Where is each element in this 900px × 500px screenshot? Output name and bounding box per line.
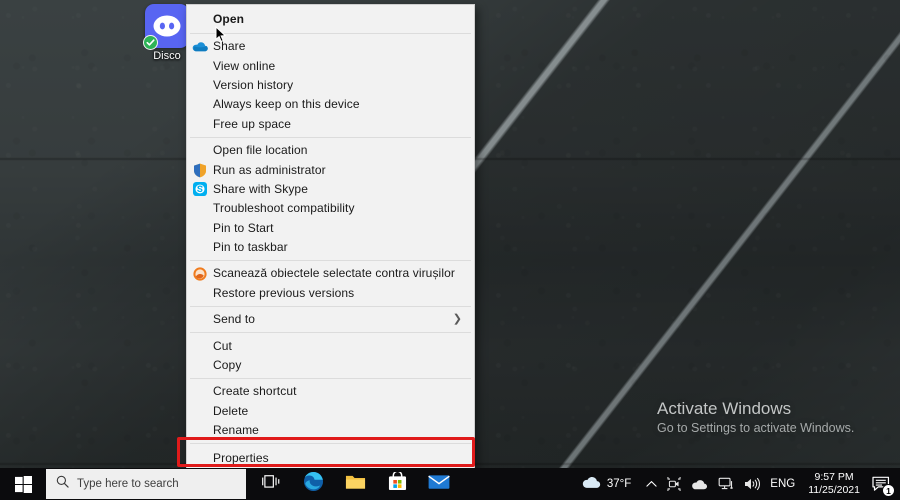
menu-item-troubleshoot-compatibility[interactable]: Troubleshoot compatibility xyxy=(187,199,474,218)
tray-icon-camera-privacy[interactable] xyxy=(662,468,686,500)
menu-item-label: Pin to Start xyxy=(213,220,274,235)
taskbar-button-microsoft-store[interactable] xyxy=(376,468,418,500)
cloud-icon xyxy=(582,476,601,492)
network-icon xyxy=(718,477,734,490)
menu-item-scan-with-antivirus[interactable]: Scanează obiectele selectate contra viru… xyxy=(187,264,474,283)
menu-item-label: Run as administrator xyxy=(213,162,326,177)
menu-separator xyxy=(190,443,471,445)
taskbar-button-file-explorer[interactable] xyxy=(334,468,376,500)
menu-item-share-with-skype[interactable]: Share with Skype xyxy=(187,180,474,199)
chevron-right-icon: ❯ xyxy=(452,313,462,326)
system-tray: 37°F ENG 9:57 PM 11/25/2021 1 xyxy=(574,468,900,500)
menu-item-label: Scanează obiectele selectate contra viru… xyxy=(213,266,455,281)
microsoft-edge-icon xyxy=(303,471,324,497)
menu-separator xyxy=(190,378,471,380)
menu-item-run-as-administrator[interactable]: Run as administrator xyxy=(187,160,474,179)
tray-icon-network[interactable] xyxy=(713,468,739,500)
taskbar-clock[interactable]: 9:57 PM 11/25/2021 xyxy=(800,468,868,500)
notification-count-badge: 1 xyxy=(882,484,895,497)
menu-item-label: Create shortcut xyxy=(213,384,297,399)
menu-item-label: Pin to taskbar xyxy=(213,240,288,255)
menu-item-free-up-space[interactable]: Free up space xyxy=(187,115,474,134)
search-icon xyxy=(56,475,69,493)
menu-item-properties[interactable]: Properties xyxy=(187,447,474,469)
menu-item-label: Troubleshoot compatibility xyxy=(213,201,355,216)
menu-item-view-online[interactable]: View online xyxy=(187,56,474,75)
menu-item-label: Rename xyxy=(213,423,259,438)
taskbar-button-mail[interactable] xyxy=(418,468,460,500)
mail-icon xyxy=(428,474,450,495)
menu-item-label: Send to xyxy=(213,312,256,327)
tray-weather-widget[interactable]: 37°F xyxy=(574,468,641,500)
taskbar: Type here to search 37°F ENG 9:57 PM 11/… xyxy=(0,468,900,500)
onedrive-sync-checkmark-icon xyxy=(143,35,158,50)
menu-item-restore-previous-versions[interactable]: Restore previous versions xyxy=(187,284,474,303)
file-explorer-icon xyxy=(345,473,366,496)
menu-item-label: Delete xyxy=(213,403,249,418)
menu-item-label: Version history xyxy=(213,77,294,92)
tray-icon-volume[interactable] xyxy=(739,468,765,500)
menu-item-delete[interactable]: Delete xyxy=(187,402,474,421)
menu-item-copy[interactable]: Copy xyxy=(187,356,474,375)
menu-item-share[interactable]: Share xyxy=(187,37,474,56)
file-context-menu[interactable]: Open Share View online Version history A… xyxy=(186,4,475,473)
menu-item-label: Properties xyxy=(213,451,269,466)
taskbar-button-task-view[interactable] xyxy=(250,468,292,500)
menu-item-label: Always keep on this device xyxy=(213,97,360,112)
windows-desktop-screen: Disco Activate Windows Go to Settings to… xyxy=(0,0,900,500)
tray-temperature: 37°F xyxy=(606,478,632,490)
start-button[interactable] xyxy=(0,468,46,500)
menu-item-open-file-location[interactable]: Open file location xyxy=(187,141,474,160)
task-view-icon xyxy=(262,474,280,494)
search-input[interactable]: Type here to search xyxy=(46,469,246,499)
skype-icon xyxy=(187,182,213,197)
menu-item-label: Open file location xyxy=(213,143,308,158)
menu-item-label: Copy xyxy=(213,358,242,373)
windows-logo-icon xyxy=(14,475,32,493)
microsoft-store-icon xyxy=(388,470,407,496)
menu-item-label: View online xyxy=(213,58,276,73)
tray-overflow-button[interactable] xyxy=(641,468,662,500)
menu-separator xyxy=(190,260,471,262)
menu-separator xyxy=(190,136,471,138)
tray-language-indicator[interactable]: ENG xyxy=(765,468,800,500)
taskbar-button-microsoft-edge[interactable] xyxy=(292,468,334,500)
menu-item-pin-to-start[interactable]: Pin to Start xyxy=(187,219,474,238)
menu-item-label: Cut xyxy=(213,338,232,353)
uac-shield-icon xyxy=(187,163,213,178)
tray-icon-onedrive[interactable] xyxy=(686,468,713,500)
menu-item-open[interactable]: Open xyxy=(187,8,474,30)
chevron-up-icon xyxy=(646,480,657,487)
menu-item-rename[interactable]: Rename xyxy=(187,421,474,440)
antivirus-icon xyxy=(187,267,213,281)
search-placeholder-text: Type here to search xyxy=(77,478,179,490)
mouse-cursor-icon xyxy=(215,25,227,49)
volume-icon xyxy=(745,477,761,491)
onedrive-cloud-icon xyxy=(187,41,213,52)
menu-item-create-shortcut[interactable]: Create shortcut xyxy=(187,382,474,401)
clock-date: 11/25/2021 xyxy=(808,484,860,496)
onedrive-icon xyxy=(692,479,708,489)
menu-item-pin-to-taskbar[interactable]: Pin to taskbar xyxy=(187,238,474,257)
clock-time: 9:57 PM xyxy=(814,471,854,483)
menu-separator xyxy=(190,332,471,334)
discord-icon xyxy=(143,4,189,50)
action-center-button[interactable]: 1 xyxy=(868,468,900,500)
menu-item-label: Free up space xyxy=(213,116,292,131)
menu-item-label: Restore previous versions xyxy=(213,285,355,300)
menu-separator xyxy=(190,306,471,308)
menu-item-version-history[interactable]: Version history xyxy=(187,76,474,95)
menu-separator xyxy=(190,33,471,34)
menu-item-label: Share with Skype xyxy=(213,181,308,196)
menu-item-send-to[interactable]: Send to ❯ xyxy=(187,310,474,329)
menu-item-cut[interactable]: Cut xyxy=(187,336,474,355)
menu-item-always-keep-on-device[interactable]: Always keep on this device xyxy=(187,95,474,114)
camera-privacy-icon xyxy=(667,477,681,491)
